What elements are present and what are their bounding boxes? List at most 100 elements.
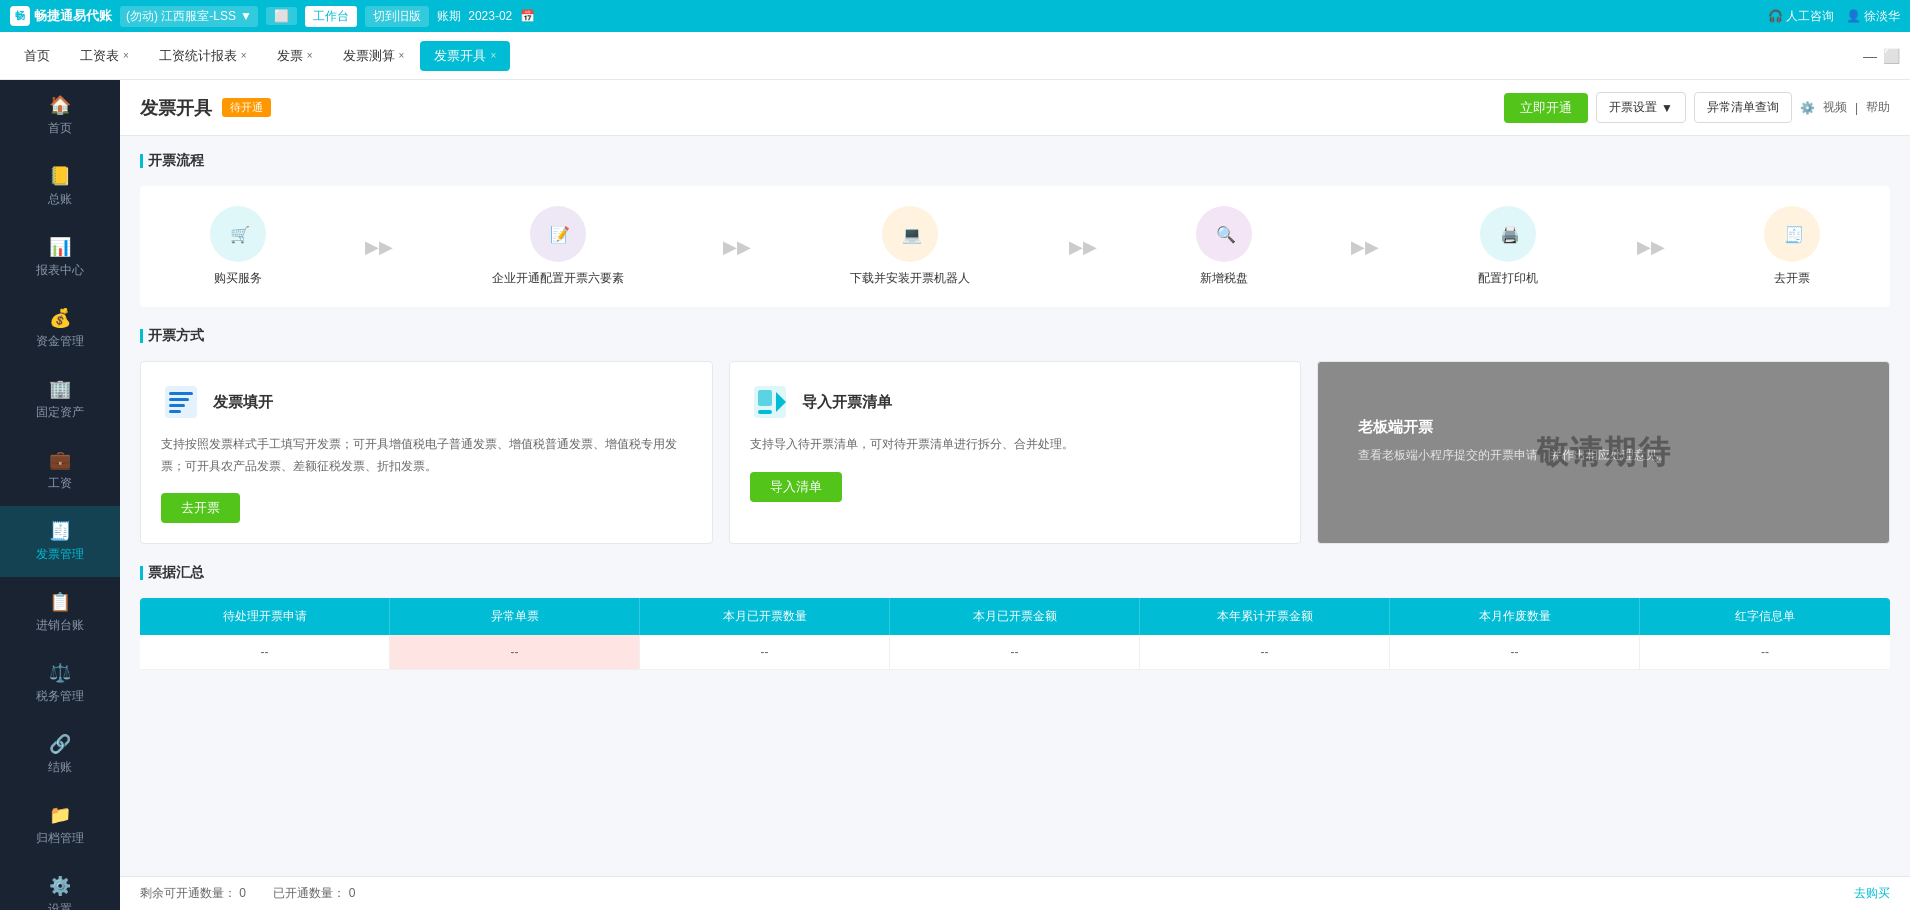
manual-fill-icon <box>161 382 201 422</box>
abnormal-query-button[interactable]: 异常清单查询 <box>1694 92 1792 123</box>
funds-icon: 💰 <box>49 307 71 329</box>
open-now-button[interactable]: 立即开通 <box>1504 93 1588 123</box>
nav-right: — ⬜ <box>1863 48 1900 64</box>
headset-icon: 🎧 <box>1768 9 1783 23</box>
remaining-value: 0 <box>239 886 246 900</box>
sidebar-item-home[interactable]: 🏠 首页 <box>0 80 120 151</box>
workspace-button[interactable]: 工作台 <box>305 6 357 27</box>
buy-link[interactable]: 去购买 <box>1854 885 1890 902</box>
service-btn[interactable]: 🎧 人工咨询 <box>1768 8 1834 25</box>
footer-left: 剩余可开通数量： 0 已开通数量： 0 <box>140 885 355 902</box>
copy-button[interactable]: ⬜ <box>266 7 297 25</box>
step-enterprise-setup: 📝 企业开通配置开票六要素 <box>492 206 624 287</box>
tab-salary-report[interactable]: 工资统计报表 × <box>145 41 261 71</box>
sidebar-item-settings[interactable]: ⚙️ 设置 <box>0 861 120 910</box>
add-taxbox-icon: 🔍 <box>1196 206 1252 262</box>
svg-text:💻: 💻 <box>902 225 922 244</box>
invoice-mgmt-icon: 🧾 <box>49 520 71 542</box>
svg-rect-12 <box>165 386 197 418</box>
manual-fill-btn[interactable]: 去开票 <box>161 493 240 523</box>
sidebar-item-reconcile[interactable]: 🔗 结账 <box>0 719 120 790</box>
sidebar-item-archive[interactable]: 📁 归档管理 <box>0 790 120 861</box>
maximize-icon[interactable]: ⬜ <box>1883 48 1900 64</box>
summary-table-row: -- -- -- -- -- -- -- <box>140 635 1890 670</box>
company-select[interactable]: (勿动) 江西服室-LSS ▼ <box>120 6 258 27</box>
sidebar-item-salary[interactable]: 💼 工资 <box>0 435 120 506</box>
period-label: 账期 2023-02 📅 <box>437 8 535 25</box>
close-salary-tab[interactable]: × <box>123 50 129 61</box>
sidebar-item-ledger[interactable]: 📒 总账 <box>0 151 120 222</box>
tab-home[interactable]: 首页 <box>10 41 64 71</box>
sidebar-item-funds[interactable]: 💰 资金管理 <box>0 293 120 364</box>
open-settings-button[interactable]: 开票设置 ▼ <box>1596 92 1686 123</box>
main-layout: 🏠 首页 📒 总账 📊 报表中心 💰 资金管理 🏢 固定资产 💼 工资 🧾 发票… <box>0 80 1910 910</box>
close-invoice-issue-tab[interactable]: × <box>490 50 496 61</box>
sidebar-item-tax[interactable]: ⚖️ 税务管理 <box>0 648 120 719</box>
cell-0-1: -- <box>390 635 640 670</box>
ledger-icon: 📒 <box>49 165 71 187</box>
status-badge: 待开通 <box>222 98 271 117</box>
svg-rect-18 <box>758 390 772 406</box>
step-issue-invoice: 🧾 去开票 <box>1764 206 1820 287</box>
step-buy-service: 🛒 购买服务 <box>210 206 266 287</box>
sidebar-item-reports[interactable]: 📊 报表中心 <box>0 222 120 293</box>
svg-text:🖨️: 🖨️ <box>1500 225 1520 244</box>
col-header-0: 待处理开票申请 <box>140 598 390 635</box>
tab-invoice[interactable]: 发票 × <box>263 41 327 71</box>
close-invoice-calc-tab[interactable]: × <box>399 50 405 61</box>
svg-rect-15 <box>169 404 185 407</box>
user-icon: 👤 <box>1846 9 1861 23</box>
config-printer-icon: 🖨️ <box>1480 206 1536 262</box>
page-header-right: ⚙️ 视频 | 帮助 <box>1800 99 1890 116</box>
content-body: 开票流程 🛒 购买服务 ▶▶ <box>120 136 1910 876</box>
manual-fill-desc: 支持按照发票样式手工填写开发票；可开具增值税电子普通发票、增值税普通发票、增值税… <box>161 434 692 477</box>
sidebar-item-invoice-mgmt[interactable]: 🧾 发票管理 <box>0 506 120 577</box>
sidebar-item-assets[interactable]: 🏢 固定资产 <box>0 364 120 435</box>
nav-bar: 首页 工资表 × 工资统计报表 × 发票 × 发票测算 × 发票开具 × — ⬜ <box>0 32 1910 80</box>
reports-icon: 📊 <box>49 236 71 258</box>
switch-old-button[interactable]: 切到旧版 <box>365 6 429 27</box>
step-config-printer-label: 配置打印机 <box>1478 270 1538 287</box>
user-btn[interactable]: 👤 徐淡华 <box>1846 8 1900 25</box>
minimize-icon[interactable]: — <box>1863 48 1877 64</box>
close-salary-report-tab[interactable]: × <box>241 50 247 61</box>
close-invoice-tab[interactable]: × <box>307 50 313 61</box>
company-name: (勿动) 江西服室-LSS <box>126 8 236 25</box>
method-section-title: 开票方式 <box>140 327 1890 345</box>
page-footer: 剩余可开通数量： 0 已开通数量： 0 去购买 <box>120 876 1910 910</box>
process-flow: 🛒 购买服务 ▶▶ 📝 企业开通配置开票六要素 ▶▶ <box>140 186 1890 307</box>
svg-text:🛒: 🛒 <box>230 225 250 244</box>
cell-0-5: -- <box>1390 635 1640 670</box>
page-title: 发票开具 <box>140 96 212 120</box>
svg-text:🔍: 🔍 <box>1216 225 1236 244</box>
dropdown-icon: ▼ <box>240 9 252 23</box>
tax-icon: ⚖️ <box>49 662 71 684</box>
issue-invoice-icon: 🧾 <box>1764 206 1820 262</box>
settings-dropdown-icon: ▼ <box>1661 101 1673 115</box>
help-label[interactable]: 帮助 <box>1866 99 1890 116</box>
opened-label: 已开通数量： <box>273 886 345 900</box>
app-logo: 畅 畅捷通易代账 <box>10 6 112 26</box>
step-enterprise-setup-label: 企业开通配置开票六要素 <box>492 270 624 287</box>
sidebar-item-purchase-sales[interactable]: 📋 进销台账 <box>0 577 120 648</box>
tab-invoice-issue[interactable]: 发票开具 × <box>420 41 510 71</box>
import-list-desc: 支持导入待开票清单，可对待开票清单进行拆分、合并处理。 <box>750 434 1281 456</box>
step-buy-service-label: 购买服务 <box>214 270 262 287</box>
reconcile-icon: 🔗 <box>49 733 71 755</box>
opened-value: 0 <box>349 886 356 900</box>
tab-invoice-calc[interactable]: 发票测算 × <box>329 41 419 71</box>
cell-0-0: -- <box>140 635 390 670</box>
svg-rect-13 <box>169 392 193 395</box>
video-label[interactable]: 视频 <box>1823 99 1847 116</box>
assets-icon: 🏢 <box>49 378 71 400</box>
summary-table: 待处理开票申请 异常单票 本月已开票数量 本月已开票金额 本年累计开票金额 本月… <box>140 598 1890 670</box>
import-list-btn[interactable]: 导入清单 <box>750 472 842 502</box>
import-list-title: 导入开票清单 <box>802 393 892 412</box>
tab-salary[interactable]: 工资表 × <box>66 41 143 71</box>
download-robot-icon: 💻 <box>882 206 938 262</box>
page-header: 发票开具 待开通 立即开通 开票设置 ▼ 异常清单查询 ⚙️ 视频 | 帮助 <box>120 80 1910 136</box>
manual-fill-title: 发票填开 <box>213 393 273 412</box>
invoice-methods: 发票填开 支持按照发票样式手工填写开发票；可开具增值税电子普通发票、增值税普通发… <box>140 361 1890 544</box>
settings-circle-icon: ⚙️ <box>1800 101 1815 115</box>
method-card-manual-fill: 发票填开 支持按照发票样式手工填写开发票；可开具增值税电子普通发票、增值税普通发… <box>140 361 713 544</box>
